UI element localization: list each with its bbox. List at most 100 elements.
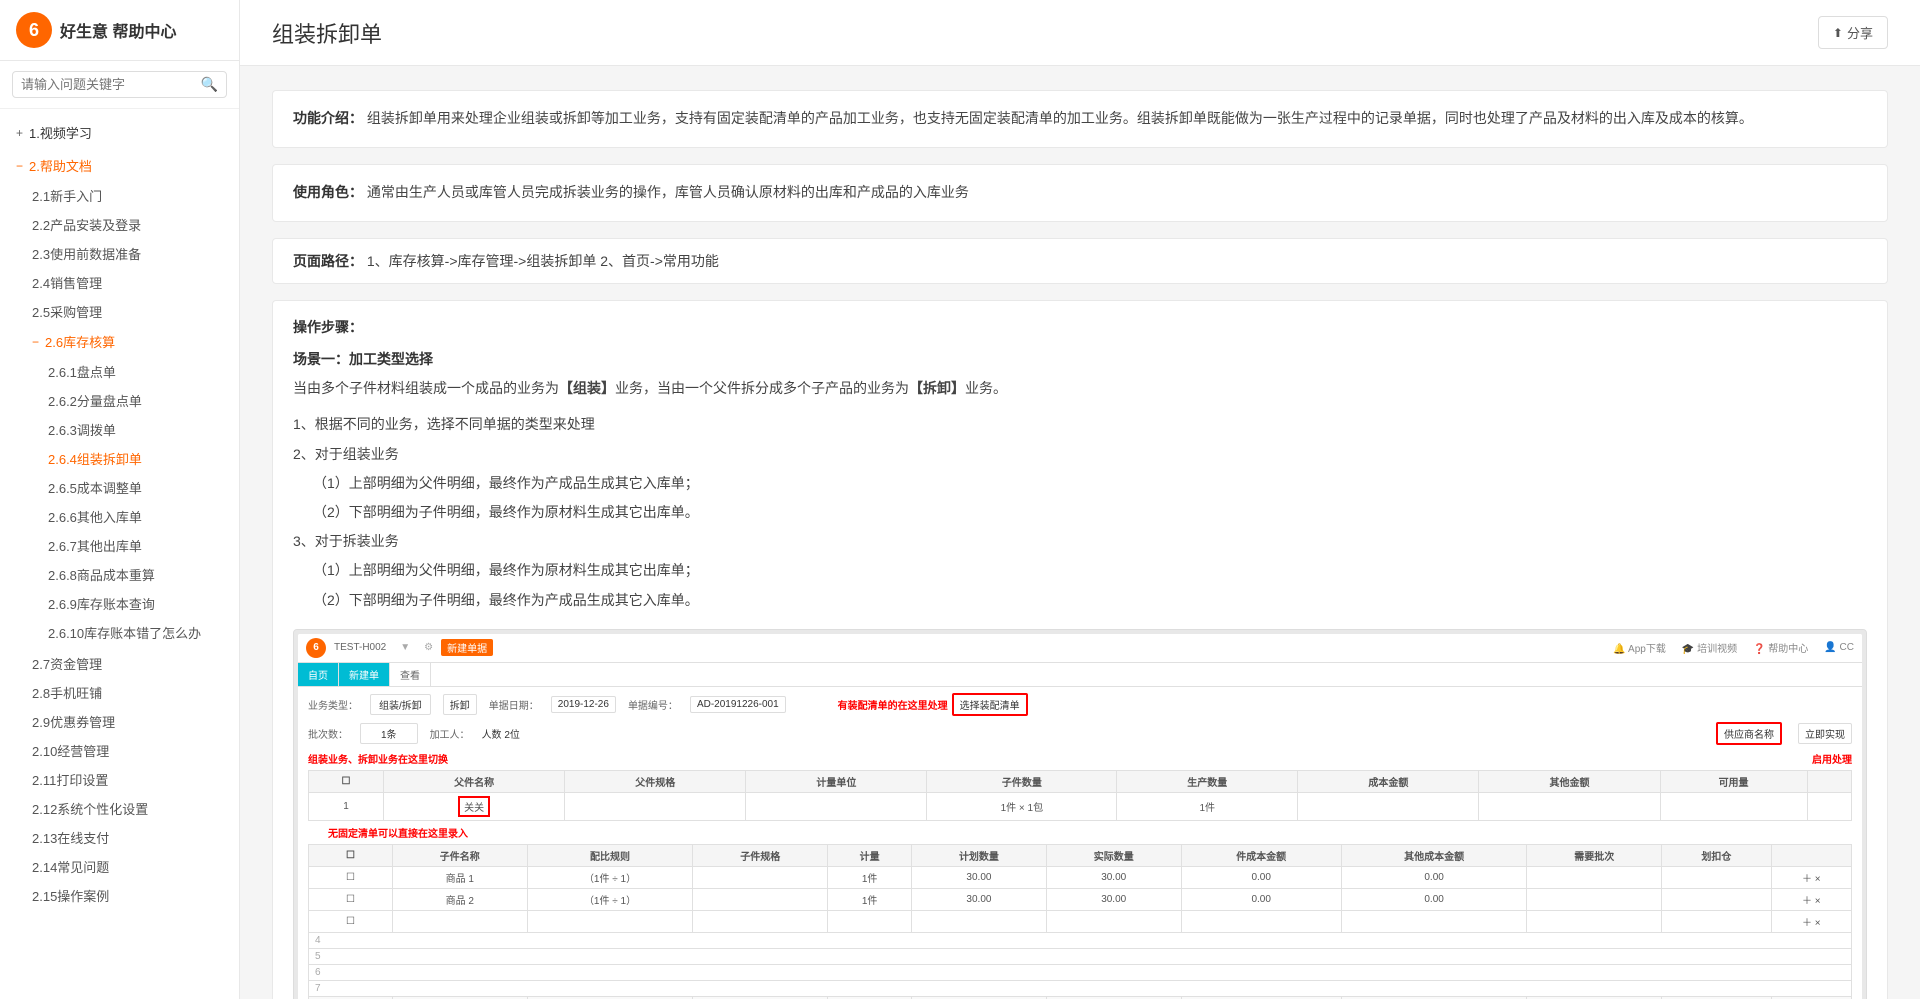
main-content: 组装拆卸单 ⬆ 分享 功能介绍： 组装拆卸单用来处理企业组装或拆卸等加工业务，支…: [240, 0, 1920, 999]
sidebar-item-other-in[interactable]: 2.6.6其他入库单: [0, 502, 239, 531]
lower-table-row-7: 7: [309, 980, 1852, 996]
col-avail: 可用量: [1660, 770, 1807, 792]
intro-box: 功能介绍： 组装拆卸单用来处理企业组装或拆卸等加工业务，支持有固定装配清单的产品…: [272, 90, 1888, 148]
lower-table-row-2: ☐ 商品 2 （1件 ÷ 1） 1件 30.00 30.00 0.00 0.0: [309, 888, 1852, 910]
nav-items-docs: 2.1新手入门 2.2产品安装及登录 2.3使用前数据准备 2.4销售管理 2.…: [0, 181, 239, 910]
minus-icon: −: [16, 159, 23, 173]
mock-type-select: 组装/拆卸: [370, 694, 431, 715]
path-box: 页面路径： 1、库存核算->库存管理->组装拆卸单 2、首页->常用功能: [272, 238, 1888, 284]
step1: 1、根据不同的业务，选择不同单据的类型来处理: [293, 412, 1867, 437]
lower-col-rule: 配比规则: [527, 844, 693, 866]
scene1-desc: 当由多个子件材料组装成一个成品的业务为【组装】业务，当由一个父件拆分成多个子产品…: [293, 377, 1867, 401]
search-wrapper: 🔍: [12, 71, 227, 98]
col-spec: 父件规格: [565, 770, 746, 792]
role-label: 使用角色：: [293, 184, 363, 200]
mock-tab-main: 自页: [298, 663, 339, 686]
step3: 3、对于拆装业务: [293, 529, 1867, 554]
mock-tab-view: 查看: [390, 663, 431, 686]
mock-lower-header-row: ☐ 子件名称 配比规则 子件规格 计量 计划数量 实际数量 件成本金额 其他成本: [309, 844, 1852, 866]
step3-sub-steps: （1）上部明细为父件明细，最终作为原材料生成其它出库单； （2）下部明细为子件明…: [293, 558, 1867, 612]
cell-spec: [565, 792, 746, 820]
sidebar-item-inventory-query[interactable]: 2.6.9库存账本查询: [0, 589, 239, 618]
lower-col-batch: 需要批次: [1527, 844, 1662, 866]
sidebar-item-partial-stocktake[interactable]: 2.6.2分量盘点单: [0, 386, 239, 415]
intro-text: 组装拆卸单用来处理企业组装或拆卸等加工业务，支持有固定装配清单的产品加工业务，也…: [367, 110, 1753, 126]
mock-count-value: 1条: [360, 723, 418, 744]
sidebar-item-stocktake[interactable]: 2.6.1盘点单: [0, 357, 239, 386]
nav-items-inventory: 2.6.1盘点单 2.6.2分量盘点单 2.6.3调拨单 2.6.4组装拆卸单 …: [0, 357, 239, 647]
sidebar-item-system-settings[interactable]: 2.12系统个性化设置: [0, 794, 239, 823]
sidebar-item-assembly[interactable]: 2.6.4组装拆卸单: [0, 444, 239, 473]
step3-sub2: （2）下部明细为子件明细，最终作为产成品生成其它入库单。: [313, 588, 1867, 613]
plus-icon: +: [16, 126, 23, 140]
app-name: 好生意 帮助中心: [60, 18, 176, 42]
sidebar-item-transfer[interactable]: 2.6.3调拨单: [0, 415, 239, 444]
sidebar-item-cost-recalc[interactable]: 2.6.8商品成本重算: [0, 560, 239, 589]
col-cost: 成本金额: [1298, 770, 1479, 792]
mock-docno-value: AD-20191226-001: [690, 696, 786, 713]
lower-col-ops2: [1771, 844, 1852, 866]
mock-upper-table: ☐ 父件名称 父件规格 计量单位 子件数量 生产数量 成本金额 其他金额 可用量: [308, 770, 1852, 821]
sidebar-item-inventory[interactable]: − 2.6库存核算: [0, 326, 239, 357]
mock-nav-row: 自页 新建单 查看: [298, 663, 1862, 687]
share-icon: ⬆: [1833, 26, 1843, 40]
sidebar-item-sales[interactable]: 2.4销售管理: [0, 268, 239, 297]
screenshot-container: 6 TEST-H002 ▼ ⚙ 新建单据 🔔 App下载 🎓 培训视频 ❓ 帮助…: [293, 629, 1867, 999]
lower-col-sub-name: 子件名称: [392, 844, 527, 866]
sidebar-item-cost-adjust[interactable]: 2.6.5成本调整单: [0, 473, 239, 502]
col-sub-qty: 子件数量: [927, 770, 1117, 792]
role-box: 使用角色： 通常由生产人员或库管人员完成拆装业务的操作，库管人员确认原材料的出库…: [272, 164, 1888, 222]
nav-section-docs: − 2.帮助文档 2.1新手入门 2.2产品安装及登录 2.3使用前数据准备 2…: [0, 150, 239, 910]
share-label: 分享: [1847, 23, 1873, 42]
mock-form-area: 业务类型： 组装/拆卸 拆卸 单据日期： 2019-12-26 单据编号： AD…: [298, 687, 1862, 999]
sidebar-item-inventory-label: 2.6库存核算: [45, 332, 115, 351]
nav-section-inventory: − 2.6库存核算 2.6.1盘点单 2.6.2分量盘点单 2.6.3调拨单 2…: [0, 326, 239, 647]
cell-other-val: [1479, 792, 1660, 820]
sidebar-item-faq[interactable]: 2.14常见问题: [0, 852, 239, 881]
mock-ui: 6 TEST-H002 ▼ ⚙ 新建单据 🔔 App下载 🎓 培训视频 ❓ 帮助…: [298, 634, 1862, 999]
sidebar-item-operation[interactable]: 2.10经营管理: [0, 736, 239, 765]
minus-orange-icon: −: [32, 335, 39, 349]
sidebar-item-online-pay[interactable]: 2.13在线支付: [0, 823, 239, 852]
sidebar-item-other-out[interactable]: 2.6.7其他出库单: [0, 531, 239, 560]
sidebar-item-print[interactable]: 2.11打印设置: [0, 765, 239, 794]
cell-prod-qty-val: 1件: [1117, 792, 1298, 820]
sidebar-item-mobile[interactable]: 2.8手机旺铺: [0, 678, 239, 707]
highlighted-cell: 关关: [458, 796, 490, 817]
search-input[interactable]: [21, 77, 201, 92]
step2: 2、对于组装业务: [293, 442, 1867, 467]
step2-sub-steps: （1）上部明细为父件明细，最终作为产成品生成其它入库单； （2）下部明细为子件明…: [293, 471, 1867, 525]
mock-date-value: 2019-12-26: [551, 696, 616, 713]
sidebar-item-beginner[interactable]: 2.1新手入门: [0, 181, 239, 210]
cell-parent-name: 关关: [384, 792, 565, 820]
lower-col-unit2: 计量: [828, 844, 912, 866]
sidebar-item-inventory-fix[interactable]: 2.6.10库存账本错了怎么办: [0, 618, 239, 647]
col-other: 其他金额: [1479, 770, 1660, 792]
lower-col-other2: 其他成本金额: [1341, 844, 1527, 866]
share-button[interactable]: ⬆ 分享: [1818, 16, 1888, 49]
lower-table-row-3: ☐: [309, 910, 1852, 932]
col-unit: 计量单位: [746, 770, 927, 792]
table-row: 1 关关 1件 × 1包 1件: [309, 792, 1852, 820]
sidebar-logo: 6 好生意 帮助中心: [0, 0, 239, 61]
sidebar-item-video[interactable]: + 1.视频学习: [0, 117, 239, 148]
sidebar-item-coupon[interactable]: 2.9优惠券管理: [0, 707, 239, 736]
sidebar-item-docs[interactable]: − 2.帮助文档: [0, 150, 239, 181]
sidebar-item-purchase[interactable]: 2.5采购管理: [0, 297, 239, 326]
ops-title: 操作步骤：: [293, 317, 1867, 337]
path-text: 1、库存核算->库存管理->组装拆卸单 2、首页->常用功能: [367, 253, 719, 269]
annotation3: 启用处理: [1812, 751, 1852, 766]
mock-company: TEST-H002: [334, 642, 386, 653]
lower-col-check: ☐: [309, 844, 393, 866]
lower-table-row-5: 5: [309, 948, 1852, 964]
sidebar-item-finance[interactable]: 2.7资金管理: [0, 649, 239, 678]
mock-select-bom-btn: 选择装配清单: [952, 693, 1028, 716]
sidebar-item-install[interactable]: 2.2产品安装及登录: [0, 210, 239, 239]
search-icon[interactable]: 🔍: [201, 76, 218, 93]
lower-table-row-1: ☐ 商品 1 （1件 ÷ 1） 1件 30.00 30.00 0.00 0.0: [309, 866, 1852, 888]
mock-apply-btn: 立即实现: [1798, 723, 1852, 744]
cell-seq: 1: [309, 792, 384, 820]
sidebar-item-docs-label: 2.帮助文档: [29, 156, 92, 175]
sidebar-item-cases[interactable]: 2.15操作案例: [0, 881, 239, 910]
sidebar-item-prepare[interactable]: 2.3使用前数据准备: [0, 239, 239, 268]
